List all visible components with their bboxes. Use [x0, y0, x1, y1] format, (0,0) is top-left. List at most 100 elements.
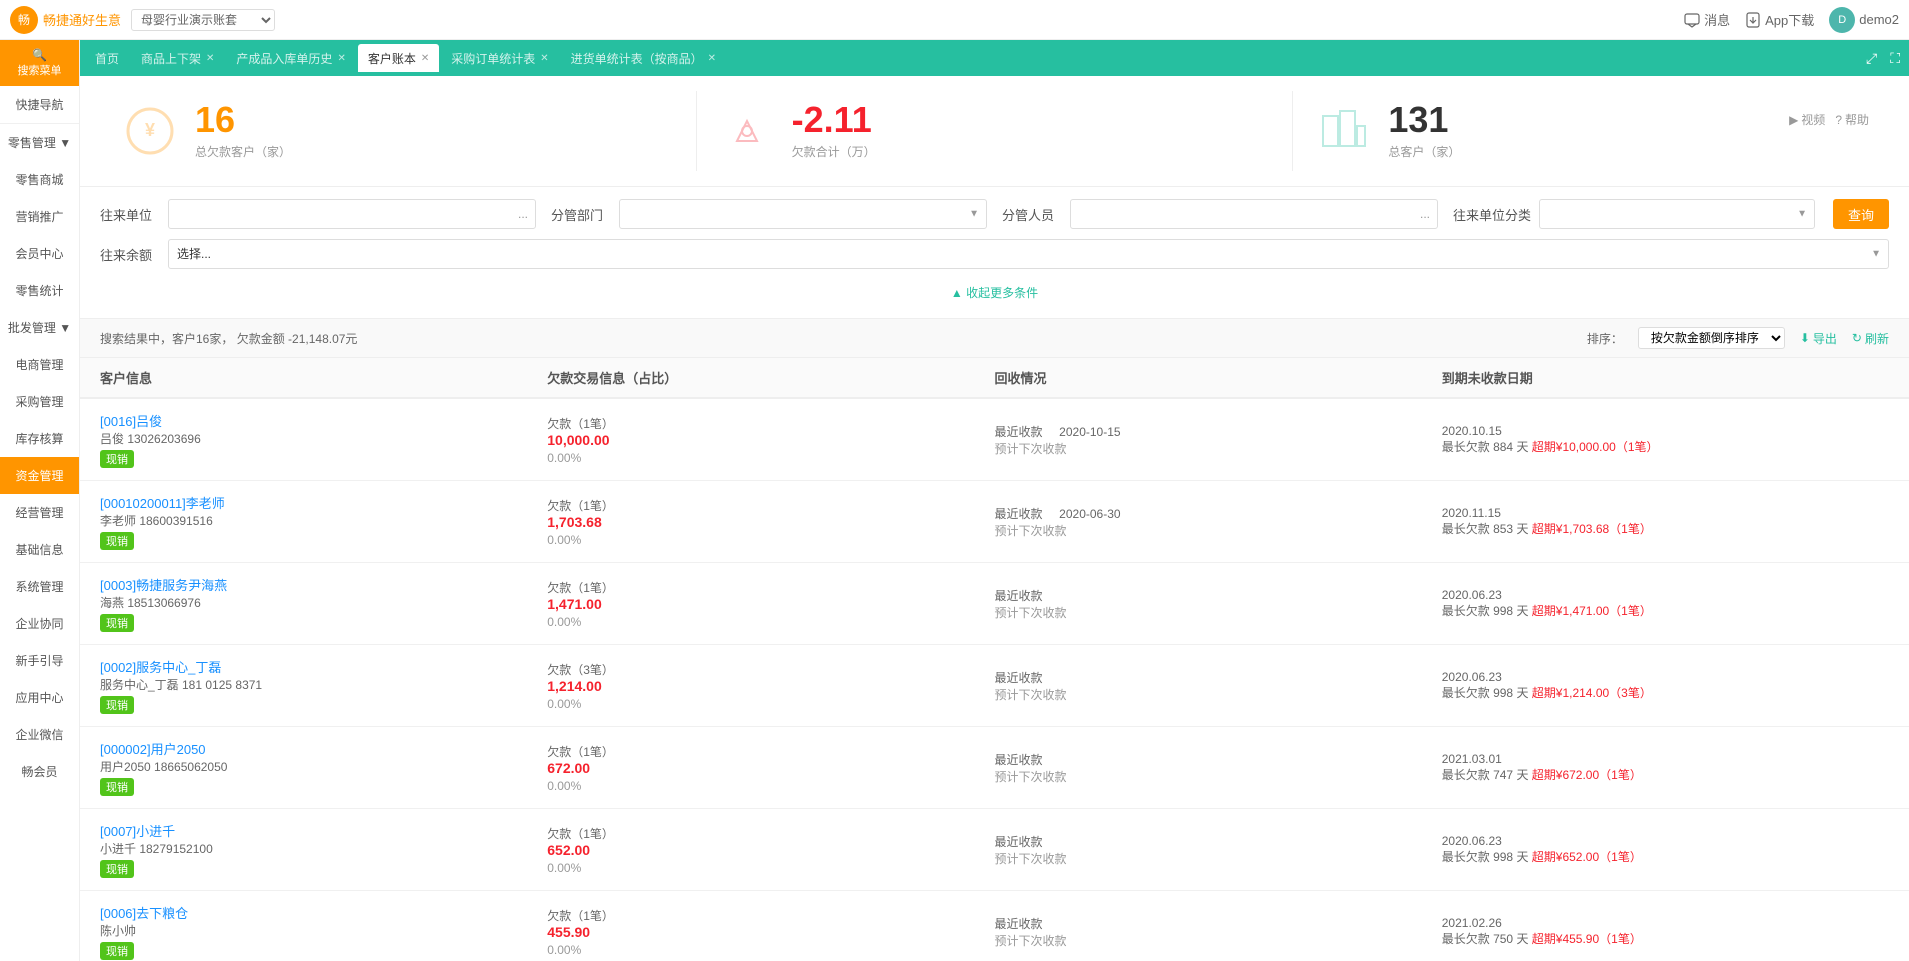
due-info-3: 2020.06.23 最长欠款 998 天 超期¥1,471.00（1笔） [1442, 588, 1889, 619]
overdue-link-7[interactable]: 超期¥455.90（1笔） [1532, 932, 1642, 946]
tab-purchase-stats-close[interactable]: ✕ [540, 53, 548, 64]
tab-purchase-product-stats[interactable]: 进货单统计表（按商品） ✕ [561, 44, 726, 72]
sidebar: 🔍 搜索菜单 快捷导航 零售管理 ▼ 零售商城 营销推广 会员中心 零售统计 批… [0, 40, 80, 961]
sidebar-search[interactable]: 🔍 搜索菜单 [0, 40, 79, 86]
sidebar-item-enterprise[interactable]: 企业协同 [0, 605, 79, 642]
tab-product-offline-close[interactable]: ✕ [206, 53, 214, 64]
sidebar-item-ops[interactable]: 经营管理 [0, 494, 79, 531]
next-payment-5: 预计下次收款 [995, 768, 1442, 785]
sidebar-item-batch-mgmt[interactable]: 批发管理 ▼ [0, 309, 79, 346]
sidebar-item-newbie[interactable]: 新手引导 [0, 642, 79, 679]
video-link[interactable]: ▶ 视频 [1789, 111, 1825, 128]
sidebar-item-wechat[interactable]: 企业微信 [0, 716, 79, 753]
search-button[interactable]: 查询 [1833, 199, 1889, 229]
video-label: 视频 [1801, 111, 1825, 128]
tab-bar: 首页 商品上下架 ✕ 产成品入库单历史 ✕ 客户账本 ✕ 采购订单统计表 ✕ 进… [80, 40, 1909, 76]
customer-info-6: [0007]小进千 小进千 18279152100 现销 [100, 821, 547, 878]
top-bar-right: 消息 App下载 D demo2 [1684, 7, 1899, 33]
next-payment-7: 预计下次收款 [995, 932, 1442, 949]
manager-input[interactable] [1070, 199, 1438, 229]
overdue-link-6[interactable]: 超期¥652.00（1笔） [1532, 850, 1642, 864]
debt-desc-7: 欠款（1笔） [547, 907, 994, 924]
tab-fullscreen-btn[interactable]: ⛶ [1886, 48, 1904, 69]
customer-phone-5: 用户2050 18665062050 [100, 758, 547, 775]
overdue-link-2[interactable]: 超期¥1,703.68（1笔） [1532, 522, 1652, 536]
tab-expand-btn[interactable]: ⤢ [1862, 48, 1881, 69]
refresh-btn[interactable]: ↻ 刷新 [1852, 330, 1889, 347]
help-icon: ? [1835, 113, 1842, 127]
source-unit-class-select[interactable] [1539, 199, 1815, 229]
sidebar-item-quick-nav[interactable]: 快捷导航 [0, 86, 79, 123]
status-badge-4: 现销 [100, 696, 134, 714]
due-info-6: 2020.06.23 最长欠款 998 天 超期¥652.00（1笔） [1442, 834, 1889, 865]
dept-select[interactable] [619, 199, 987, 229]
sidebar-item-member2[interactable]: 畅会员 [0, 753, 79, 790]
sidebar-item-basic-info[interactable]: 基础信息 [0, 531, 79, 568]
customer-name-3[interactable]: [0003]畅捷服务尹海燕 [100, 575, 547, 594]
sidebar-item-member[interactable]: 会员中心 [0, 235, 79, 272]
customer-phone-3: 海燕 18513066976 [100, 594, 547, 611]
customer-name-4[interactable]: [0002]服务中心_丁磊 [100, 657, 547, 676]
collapse-button[interactable]: ▲ 收起更多条件 [100, 279, 1889, 306]
export-btn[interactable]: ⬇ 导出 [1800, 330, 1837, 347]
balance-select[interactable]: 选择... [168, 239, 1889, 269]
svg-text:¥: ¥ [145, 120, 155, 140]
stat-icon-2 [717, 101, 777, 161]
overdue-link-3[interactable]: 超期¥1,471.00（1笔） [1532, 604, 1652, 618]
customer-name-7[interactable]: [0006]去下粮仓 [100, 903, 547, 922]
tab-purchase-product-stats-close[interactable]: ✕ [708, 53, 716, 64]
tab-product-offline[interactable]: 商品上下架 ✕ [131, 44, 224, 72]
sort-select[interactable]: 按欠款金额倒序排序 [1638, 327, 1785, 349]
filter-dept: 分管部门 [551, 199, 987, 229]
recovery-6: 最近收款 预计下次收款 [995, 833, 1442, 867]
company-select[interactable]: 母婴行业演示账套 [131, 9, 275, 31]
debt-desc-1: 欠款（1笔） [547, 415, 994, 432]
stats-bar: ¥ 16 总欠款客户（家） [80, 76, 1909, 187]
sidebar-item-retail-stats[interactable]: 零售统计 [0, 272, 79, 309]
source-unit-input[interactable] [168, 199, 536, 229]
overdue-days-1: 最长欠款 884 天 超期¥10,000.00（1笔） [1442, 438, 1889, 455]
logo-icon: 畅 [10, 6, 38, 34]
debt-desc-4: 欠款（3笔） [547, 661, 994, 678]
app-download-btn[interactable]: App下载 [1745, 10, 1814, 29]
data-table: 客户信息 欠款交易信息（占比） 回收情况 到期未收款日期 [0016]吕俊 吕俊… [80, 358, 1909, 961]
recovery-2: 最近收款 2020-06-30 预计下次收款 [995, 505, 1442, 539]
tab-product-history[interactable]: 产成品入库单历史 ✕ [226, 44, 355, 72]
sidebar-item-app-center[interactable]: 应用中心 [0, 679, 79, 716]
debt-info-4: 欠款（3笔） 1,214.00 0.00% [547, 661, 994, 711]
recovery-7: 最近收款 预计下次收款 [995, 915, 1442, 949]
message-btn[interactable]: 消息 [1684, 10, 1730, 29]
debt-amount-3: 1,471.00 [547, 596, 994, 612]
customer-name-5[interactable]: [000002]用户2050 [100, 739, 547, 758]
sidebar-item-sys-mgmt[interactable]: 系统管理 [0, 568, 79, 605]
help-link[interactable]: ? 帮助 [1835, 111, 1869, 128]
tab-customer-account[interactable]: 客户账本 ✕ [358, 44, 439, 72]
tab-home[interactable]: 首页 [85, 44, 129, 72]
tab-product-history-close[interactable]: ✕ [337, 53, 345, 64]
overdue-link-5[interactable]: 超期¥672.00（1笔） [1532, 768, 1642, 782]
sidebar-item-ecommerce[interactable]: 电商管理 [0, 346, 79, 383]
overdue-link-1[interactable]: 超期¥10,000.00（1笔） [1532, 440, 1659, 454]
tab-customer-account-close[interactable]: ✕ [421, 53, 429, 64]
debt-desc-5: 欠款（1笔） [547, 743, 994, 760]
sidebar-search-label: 搜索菜单 [8, 62, 71, 78]
due-date-3: 2020.06.23 [1442, 588, 1889, 602]
customer-name-2[interactable]: [00010200011]李老师 [100, 493, 547, 512]
overdue-days-7: 最长欠款 750 天 超期¥455.90（1笔） [1442, 930, 1889, 947]
customer-name-1[interactable]: [0016]吕俊 [100, 411, 547, 430]
customer-name-6[interactable]: [0007]小进千 [100, 821, 547, 840]
user-menu[interactable]: D demo2 [1829, 7, 1899, 33]
sidebar-item-marketing[interactable]: 营销推广 [0, 198, 79, 235]
status-badge-7: 现销 [100, 942, 134, 960]
overdue-link-4[interactable]: 超期¥1,214.00（3笔） [1532, 686, 1652, 700]
sidebar-section: 零售管理 ▼ 零售商城 营销推广 会员中心 零售统计 批发管理 ▼ 电商管理 采… [0, 123, 79, 790]
sidebar-item-finance[interactable]: 资金管理 [0, 457, 79, 494]
sidebar-item-retail-mgmt[interactable]: 零售管理 ▼ [0, 124, 79, 161]
tab-purchase-stats[interactable]: 采购订单统计表 ✕ [441, 44, 558, 72]
customer-phone-1: 吕俊 13026203696 [100, 430, 547, 447]
due-date-5: 2021.03.01 [1442, 752, 1889, 766]
sidebar-item-retail-shop[interactable]: 零售商城 [0, 161, 79, 198]
sidebar-item-purchase[interactable]: 采购管理 [0, 383, 79, 420]
logo-area: 畅 畅捷通好生意 [10, 6, 121, 34]
sidebar-item-inventory[interactable]: 库存核算 [0, 420, 79, 457]
